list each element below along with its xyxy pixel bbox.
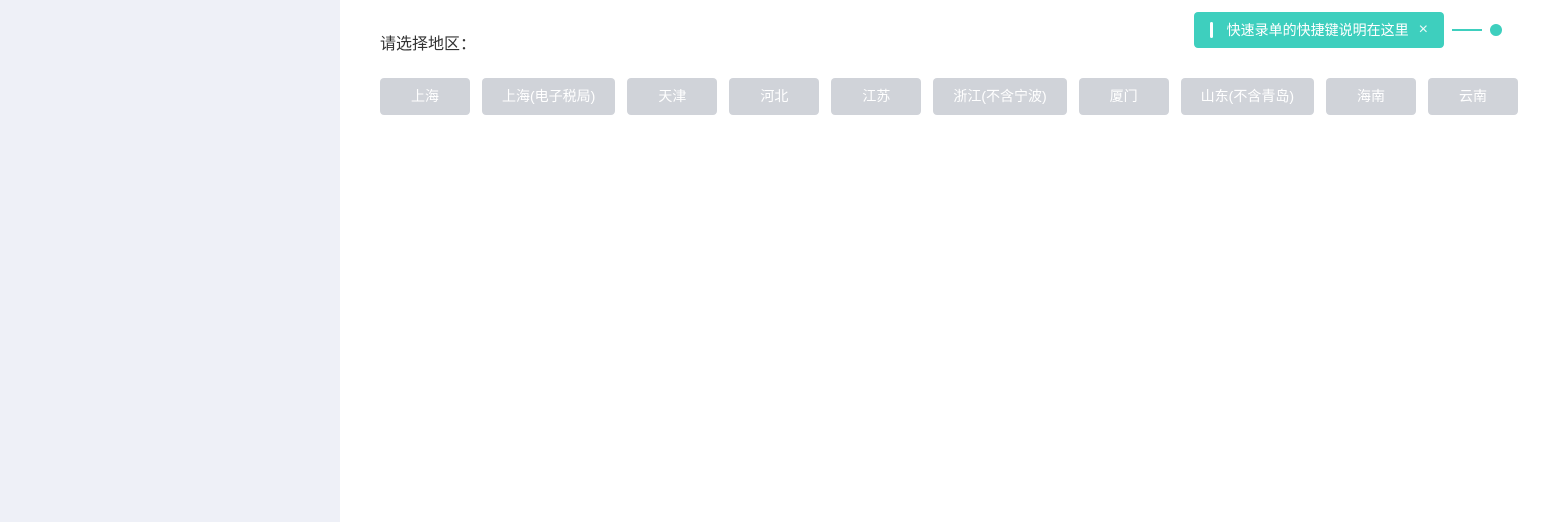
main-content: 请选择地区： 上海上海(电子税局)天津河北江苏浙江(不含宁波)厦门山东(不含青岛… xyxy=(340,0,1562,522)
region-button[interactable]: 浙江(不含宁波) xyxy=(933,78,1066,115)
region-buttons: 上海上海(电子税局) 天津河北江苏浙江(不含宁波) 厦门山东(不含青岛) 海南云南 xyxy=(380,78,1522,115)
tooltip-close-button[interactable]: × xyxy=(1419,22,1428,38)
region-button[interactable]: 山东(不含青岛) xyxy=(1181,78,1314,115)
region-button[interactable]: 天津 xyxy=(627,78,717,115)
tooltip-bubble: 快速录单的快捷键说明在这里 × xyxy=(1194,12,1444,48)
tooltip-text: 快速录单的快捷键说明在这里 xyxy=(1227,20,1409,40)
tooltip-connector-line xyxy=(1452,29,1482,31)
sidebar xyxy=(0,0,340,522)
tooltip-container: 快速录单的快捷键说明在这里 × xyxy=(1194,12,1502,48)
region-button[interactable]: 云南 xyxy=(1428,78,1518,115)
region-button[interactable]: 河北 xyxy=(729,78,819,115)
region-button[interactable]: 上海 xyxy=(380,78,470,115)
region-button[interactable]: 江苏 xyxy=(831,78,921,115)
tooltip-connector-dot xyxy=(1490,24,1502,36)
region-button[interactable]: 海南 xyxy=(1326,78,1416,115)
region-button[interactable]: 厦门 xyxy=(1079,78,1169,115)
region-button[interactable]: 上海(电子税局) xyxy=(482,78,615,115)
